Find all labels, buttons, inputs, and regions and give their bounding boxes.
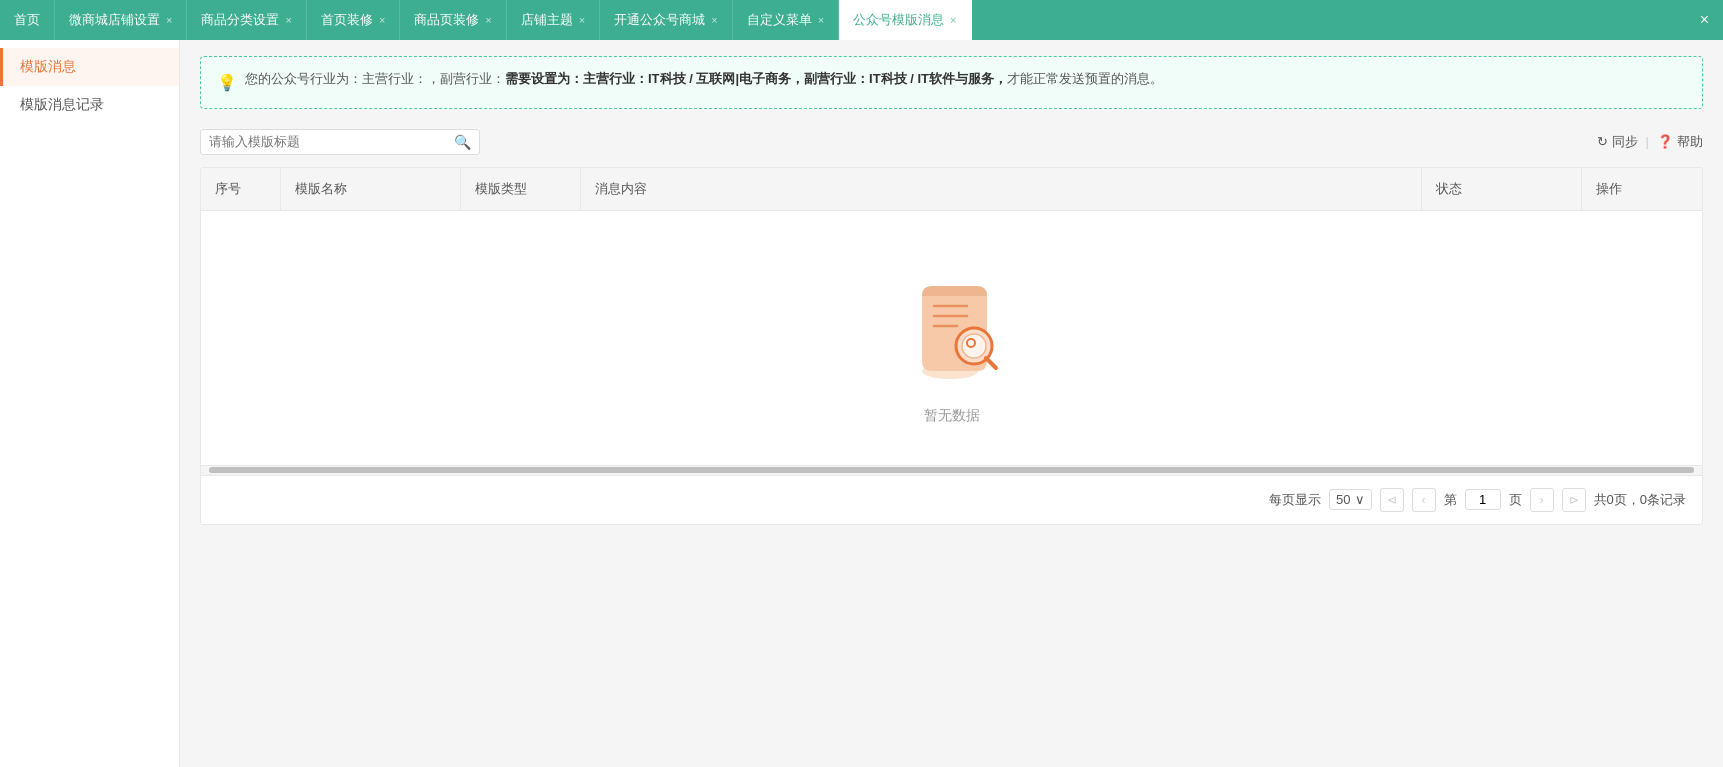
last-page-button[interactable]: ⊳ <box>1562 488 1586 512</box>
search-bar: 🔍 ↻ 同步 | ❓ 帮助 <box>200 129 1703 155</box>
topbar-tab-theme[interactable]: 店铺主题× <box>507 0 600 40</box>
toolbar-divider: | <box>1646 134 1649 149</box>
empty-icon <box>892 271 1012 391</box>
page-size-value: 50 <box>1336 492 1350 507</box>
empty-state: 暂无数据 <box>201 211 1702 465</box>
sidebar-item-template[interactable]: 模版消息 <box>0 48 179 86</box>
scrollbar-track <box>209 467 1694 473</box>
page-word: 第 <box>1444 491 1457 509</box>
topbar-tab-category[interactable]: 商品分类设置× <box>187 0 306 40</box>
page-number-input[interactable] <box>1465 489 1501 510</box>
page-size-label: 每页显示 <box>1269 491 1321 509</box>
topbar-tab-wshop[interactable]: 微商城店铺设置× <box>55 0 187 40</box>
toolbar-right: ↻ 同步 | ❓ 帮助 <box>1597 133 1703 151</box>
table-col-action: 操作 <box>1582 168 1702 210</box>
search-input[interactable] <box>209 134 454 149</box>
sync-label: 同步 <box>1612 133 1638 151</box>
topbar-tab-wxshop[interactable]: 开通公众号商城× <box>600 0 732 40</box>
topbar: 首页微商城店铺设置×商品分类设置×首页装修×商品页装修×店铺主题×开通公众号商城… <box>0 0 1723 40</box>
notice-box: 💡 您的公众号行业为：主营行业：，副营行业：需要设置为：主营行业：IT科技 / … <box>200 56 1703 109</box>
search-icon[interactable]: 🔍 <box>454 134 471 150</box>
pagination: 每页显示 50 ∨ ⊲ ‹ 第 页 › ⊳ 共0页，0条记录 <box>201 475 1702 524</box>
table-col-status: 状态 <box>1422 168 1582 210</box>
tab-close-homepage[interactable]: × <box>379 14 385 26</box>
sync-button[interactable]: ↻ 同步 <box>1597 133 1638 151</box>
topbar-tab-custommenu[interactable]: 自定义菜单× <box>733 0 839 40</box>
tab-close-wshop[interactable]: × <box>166 14 172 26</box>
tab-close-category[interactable]: × <box>285 14 291 26</box>
page-size-select[interactable]: 50 ∨ <box>1329 489 1371 510</box>
page-unit: 页 <box>1509 491 1522 509</box>
help-icon: ❓ <box>1657 134 1673 149</box>
table-col-content: 消息内容 <box>581 168 1422 210</box>
scrollbar-thumb <box>209 467 1694 473</box>
main-layout: 模版消息模版消息记录 💡 您的公众号行业为：主营行业：，副营行业：需要设置为：主… <box>0 40 1723 767</box>
first-page-button[interactable]: ⊲ <box>1380 488 1404 512</box>
empty-state-text: 暂无数据 <box>924 407 980 425</box>
prev-page-button[interactable]: ‹ <box>1412 488 1436 512</box>
sync-icon: ↻ <box>1597 134 1608 149</box>
table-col-type: 模版类型 <box>461 168 581 210</box>
tab-close-templatemsg[interactable]: × <box>950 14 956 26</box>
topbar-tab-templatemsg[interactable]: 公众号模版消息× <box>839 0 971 40</box>
sidebar-item-record[interactable]: 模版消息记录 <box>0 86 179 124</box>
help-label: 帮助 <box>1677 133 1703 151</box>
tab-close-custommenu[interactable]: × <box>818 14 824 26</box>
pagination-summary: 共0页，0条记录 <box>1594 491 1686 509</box>
close-all-button[interactable]: × <box>1686 11 1723 29</box>
data-table: 序号模版名称模版类型消息内容状态操作 <box>200 167 1703 525</box>
topbar-tab-homepage[interactable]: 首页装修× <box>307 0 400 40</box>
search-input-wrap: 🔍 <box>200 129 480 155</box>
horizontal-scrollbar[interactable] <box>201 465 1702 475</box>
sidebar: 模版消息模版消息记录 <box>0 40 180 767</box>
table-header: 序号模版名称模版类型消息内容状态操作 <box>201 168 1702 211</box>
svg-line-6 <box>986 358 996 368</box>
next-page-button[interactable]: › <box>1530 488 1554 512</box>
content-area: 💡 您的公众号行业为：主营行业：，副营行业：需要设置为：主营行业：IT科技 / … <box>180 40 1723 767</box>
topbar-tab-home[interactable]: 首页 <box>0 0 55 40</box>
table-col-index: 序号 <box>201 168 281 210</box>
tab-close-wxshop[interactable]: × <box>711 14 717 26</box>
notice-icon: 💡 <box>217 70 237 96</box>
table-col-name: 模版名称 <box>281 168 461 210</box>
topbar-tab-productpage[interactable]: 商品页装修× <box>400 0 506 40</box>
tab-close-productpage[interactable]: × <box>485 14 491 26</box>
page-size-chevron: ∨ <box>1355 492 1365 507</box>
help-button[interactable]: ❓ 帮助 <box>1657 133 1703 151</box>
tab-close-theme[interactable]: × <box>579 14 585 26</box>
notice-text: 您的公众号行业为：主营行业：，副营行业：需要设置为：主营行业：IT科技 / 互联… <box>245 69 1163 90</box>
